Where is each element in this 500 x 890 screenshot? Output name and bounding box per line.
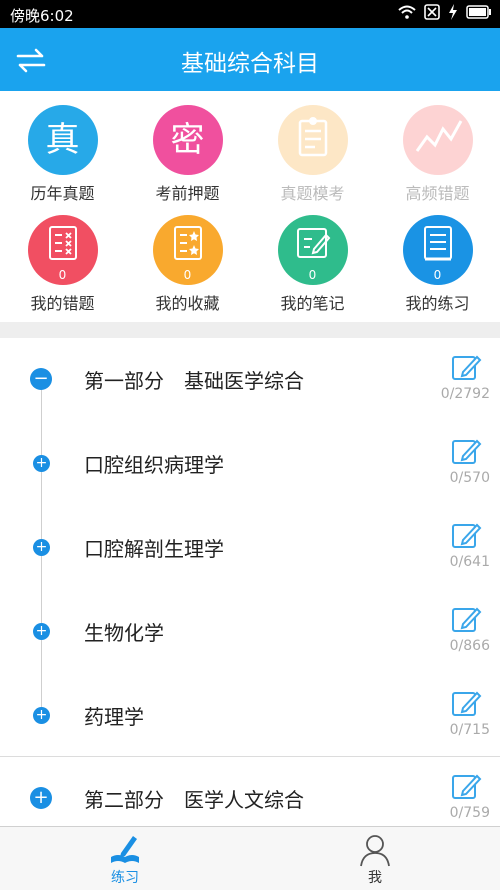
grid-item-label: 我的收藏 bbox=[155, 294, 220, 313]
chapter-name: 口腔组织病理学 bbox=[84, 453, 224, 477]
page-title: 基础综合科目 bbox=[181, 51, 319, 77]
chapter-name: 口腔解剖生理学 bbox=[84, 537, 224, 561]
expand-icon[interactable]: + bbox=[30, 787, 52, 809]
person-icon bbox=[360, 835, 390, 867]
grid-item-my-favorites[interactable]: 0 我的收藏 bbox=[125, 215, 250, 314]
status-time: 傍晚6:02 bbox=[10, 7, 74, 25]
list-item[interactable]: + 口腔解剖生理学 0/641 bbox=[0, 506, 500, 590]
wrong-count: 0 bbox=[58, 268, 67, 282]
list-item[interactable]: + 口腔组织病理学 0/570 bbox=[0, 422, 500, 506]
chapter-name: 第一部分 基础医学综合 bbox=[84, 369, 304, 393]
list-item[interactable]: − 第一部分 基础医学综合 0/2792 bbox=[0, 338, 500, 422]
feature-grid: 真 历年真题 密 考前押题 真题模考 高频错题 0 我的错题 0 我的收藏 0 … bbox=[0, 91, 500, 322]
grid-item-label: 真题模考 bbox=[280, 184, 345, 203]
expand-icon[interactable]: + bbox=[33, 707, 50, 724]
wifi-icon bbox=[398, 5, 416, 19]
grid-item-label: 考前押题 bbox=[155, 184, 220, 203]
grid-item-label: 历年真题 bbox=[30, 184, 95, 203]
app-bar: 基础综合科目 bbox=[0, 28, 500, 91]
chapter-count: 0/715 bbox=[449, 722, 490, 738]
favorites-count: 0 bbox=[183, 268, 192, 282]
notes-count: 0 bbox=[308, 268, 317, 282]
grid-item-past-exams[interactable]: 真 历年真题 bbox=[0, 105, 125, 204]
mock-exam-icon bbox=[277, 105, 348, 175]
star-list-icon: 0 bbox=[152, 215, 223, 285]
grid-item-mock-exam[interactable]: 真题模考 bbox=[250, 105, 375, 204]
book-icon: 0 bbox=[402, 215, 473, 285]
trend-icon bbox=[402, 105, 473, 175]
note-icon: 0 bbox=[277, 215, 348, 285]
grid-item-my-wrong[interactable]: 0 我的错题 bbox=[0, 215, 125, 314]
practice-count: 0 bbox=[433, 268, 442, 282]
chapter-count: 0/2792 bbox=[440, 386, 490, 402]
tab-label: 练习 bbox=[111, 870, 139, 886]
grid-item-my-notes[interactable]: 0 我的笔记 bbox=[250, 215, 375, 314]
status-bar: 傍晚6:02 bbox=[0, 0, 500, 28]
chapter-count: 0/641 bbox=[449, 554, 490, 570]
list-item[interactable]: + 生物化学 0/866 bbox=[0, 590, 500, 674]
edit-icon[interactable] bbox=[450, 352, 482, 384]
mi-icon: 密 bbox=[152, 105, 223, 175]
charging-icon bbox=[449, 4, 457, 20]
wrong-list-icon: 0 bbox=[27, 215, 98, 285]
zhen-icon: 真 bbox=[27, 105, 98, 175]
expand-icon[interactable]: + bbox=[33, 623, 50, 640]
sim-off-icon bbox=[424, 4, 440, 20]
edit-icon[interactable] bbox=[450, 771, 482, 803]
bottom-tab-bar: 练习 我 bbox=[0, 826, 500, 890]
grid-item-predicted[interactable]: 密 考前押题 bbox=[125, 105, 250, 204]
chapter-count: 0/866 bbox=[449, 638, 490, 654]
grid-item-label: 我的练习 bbox=[405, 294, 470, 313]
chapter-name: 生物化学 bbox=[84, 621, 164, 645]
chapter-list: − 第一部分 基础医学综合 0/2792 + 口腔组织病理学 0/570 + 口… bbox=[0, 338, 500, 826]
tab-practice[interactable]: 练习 bbox=[0, 827, 250, 890]
pencil-book-icon bbox=[111, 836, 139, 863]
tab-me[interactable]: 我 bbox=[250, 827, 500, 890]
edit-icon[interactable] bbox=[450, 604, 482, 636]
section-separator bbox=[0, 322, 500, 338]
edit-icon[interactable] bbox=[450, 436, 482, 468]
chapter-count: 0/759 bbox=[449, 805, 490, 821]
edit-icon[interactable] bbox=[450, 520, 482, 552]
chapter-count: 0/570 bbox=[449, 470, 490, 486]
expand-icon[interactable]: + bbox=[33, 455, 50, 472]
list-item[interactable]: + 药理学 0/715 bbox=[0, 674, 500, 758]
grid-item-my-practice[interactable]: 0 我的练习 bbox=[375, 215, 500, 314]
grid-item-label: 我的笔记 bbox=[280, 294, 345, 313]
chapter-name: 第二部分 医学人文综合 bbox=[84, 788, 304, 812]
collapse-icon[interactable]: − bbox=[30, 368, 52, 390]
expand-icon[interactable]: + bbox=[33, 539, 50, 556]
grid-item-label: 高频错题 bbox=[405, 184, 470, 203]
edit-icon[interactable] bbox=[450, 688, 482, 720]
grid-item-frequent-errors[interactable]: 高频错题 bbox=[375, 105, 500, 204]
battery-icon bbox=[466, 5, 491, 19]
grid-item-label: 我的错题 bbox=[30, 294, 95, 313]
chapter-name: 药理学 bbox=[84, 705, 144, 729]
status-icons bbox=[398, 4, 492, 20]
tab-label: 我 bbox=[368, 870, 382, 886]
